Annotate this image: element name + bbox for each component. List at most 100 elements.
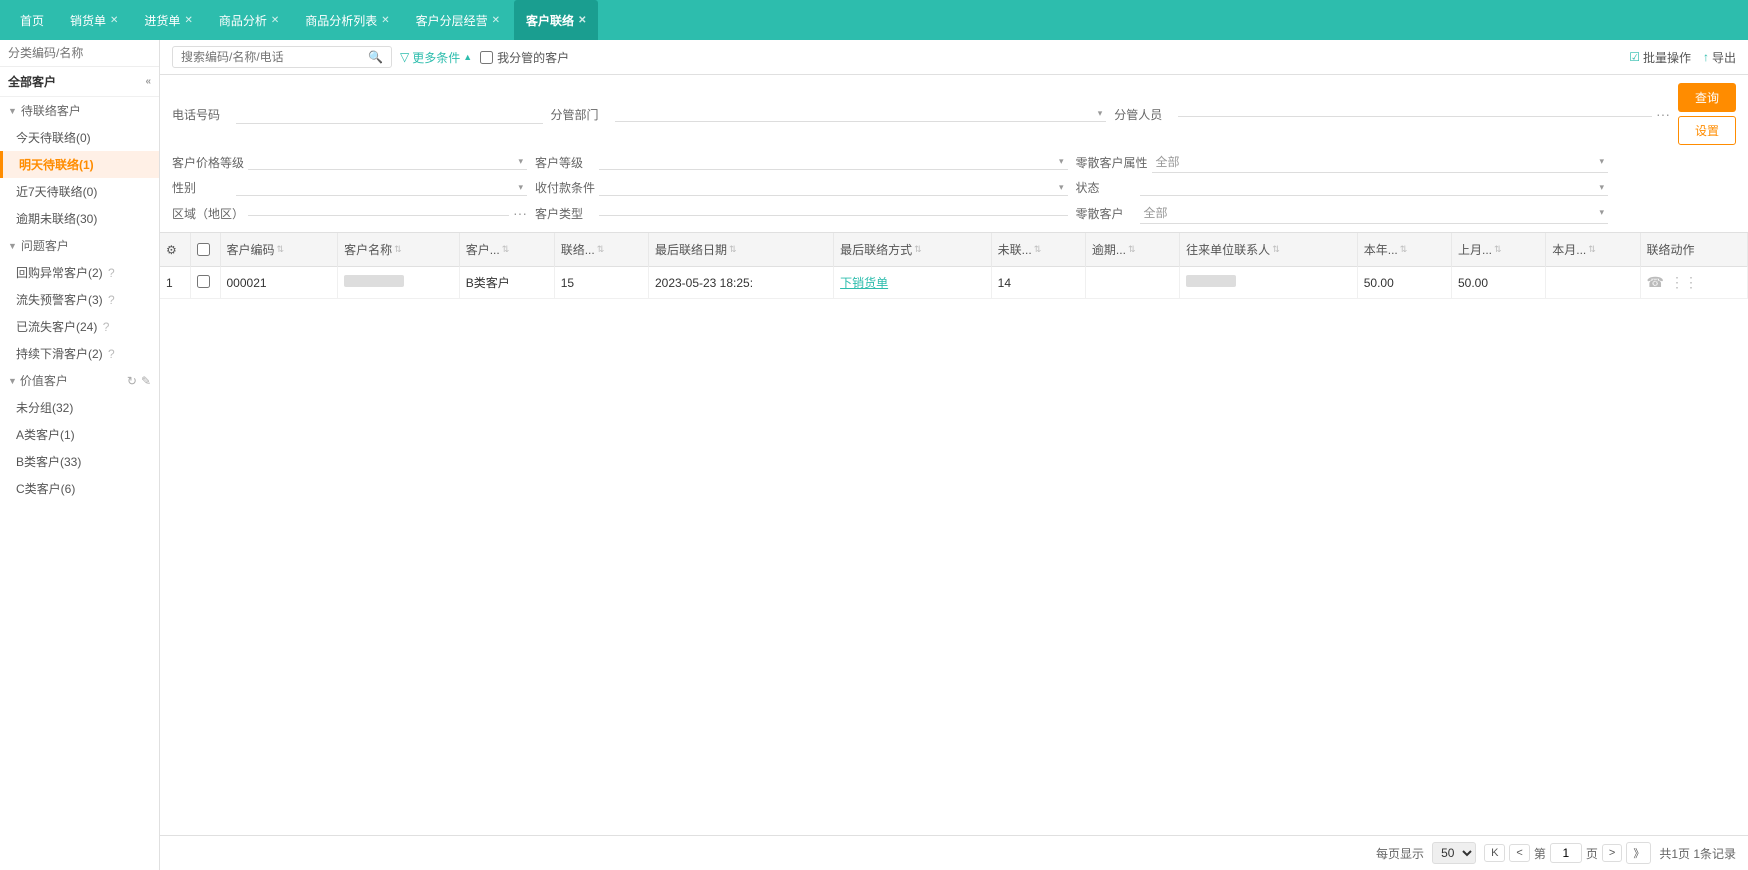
row-index: 1 <box>160 267 190 299</box>
col-this-year[interactable]: 本年... ⇅ <box>1357 233 1451 267</box>
filter-arrow-icon: ▲ <box>463 52 472 62</box>
col-last-method[interactable]: 最后联络方式 ⇅ <box>834 233 992 267</box>
row-this-year: 50.00 <box>1357 267 1451 299</box>
sidebar-search-input[interactable] <box>8 46 160 60</box>
table-header-row: ⚙ 客户编码 ⇅ <box>160 233 1748 267</box>
col-action: 联络动作 <box>1640 233 1748 267</box>
last-page-btn[interactable]: 》 <box>1626 842 1651 864</box>
col-contact-count[interactable]: 联络... ⇅ <box>554 233 648 267</box>
sidebar-item-7days[interactable]: 近7天待联络(0) <box>0 178 159 205</box>
filter-status-select[interactable]: ▾ <box>1140 180 1609 196</box>
filter-payment-select[interactable]: ▾ <box>599 180 1067 196</box>
prev-page-btn[interactable]: < <box>1509 844 1529 862</box>
page-size-select[interactable]: 50 <box>1432 842 1476 864</box>
col-code[interactable]: 客户编码 ⇅ <box>220 233 338 267</box>
sidebar-item-b-class[interactable]: B类客户(33) <box>0 448 159 475</box>
export-btn[interactable]: ↑ 导出 <box>1703 49 1736 66</box>
col-last-date[interactable]: 最后联络日期 ⇅ <box>648 233 833 267</box>
filter-person-input <box>1178 112 1652 117</box>
top-nav: 首页 销货单 ✕ 进货单 ✕ 商品分析 ✕ 商品分析列表 ✕ 客户分层经营 ✕ … <box>0 0 1748 40</box>
col-name[interactable]: 客户名称 ⇅ <box>338 233 460 267</box>
help-icon-2: ? <box>103 320 110 334</box>
action-phone-icon[interactable]: ☎ <box>1647 274 1664 291</box>
row-overdue <box>1085 267 1179 299</box>
nav-sales-order[interactable]: 销货单 ✕ <box>58 0 130 40</box>
my-customers-checkbox-label[interactable]: 我分管的客户 <box>480 49 569 66</box>
setting-icon: ⚙ <box>166 243 177 257</box>
filter-person-more-icon[interactable]: ··· <box>1656 106 1670 122</box>
nav-product-analysis-list[interactable]: 商品分析列表 ✕ <box>293 0 401 40</box>
close-sales-order-icon[interactable]: ✕ <box>110 15 118 26</box>
nav-purchase-order[interactable]: 进货单 ✕ <box>132 0 204 40</box>
col-last-month[interactable]: 上月... ⇅ <box>1452 233 1546 267</box>
nav-customer-segmentation[interactable]: 客户分层经营 ✕ <box>404 0 512 40</box>
filter-retail-attr-select[interactable]: 全部 ▾ <box>1152 151 1608 173</box>
sidebar-item-c-class[interactable]: C类客户(6) <box>0 475 159 502</box>
filter-customer-type: 客户类型 <box>535 205 1068 222</box>
select-all-checkbox[interactable] <box>197 243 210 256</box>
col-unit-contact[interactable]: 往来单位联系人 ⇅ <box>1180 233 1358 267</box>
sidebar-value-group[interactable]: 价值客户 ↻ ✎ <box>0 367 159 394</box>
my-customers-checkbox[interactable] <box>480 51 493 64</box>
batch-op-btn[interactable]: ☑ 批量操作 <box>1629 49 1691 66</box>
row-checkbox[interactable] <box>197 275 210 288</box>
filter-gender-select[interactable]: ▾ <box>236 180 527 196</box>
sidebar-item-declining[interactable]: 持续下滑客户(2) ? <box>0 340 159 367</box>
sort-overdue-icon: ⇅ <box>1128 244 1136 255</box>
search-input[interactable] <box>181 50 364 64</box>
sidebar-item-today[interactable]: 今天待联络(0) <box>0 124 159 151</box>
close-customer-contact-icon[interactable]: ✕ <box>578 15 586 26</box>
filter-phone-input[interactable] <box>236 105 543 124</box>
col-no-contact[interactable]: 未联... ⇅ <box>991 233 1085 267</box>
sidebar-item-ungrouped[interactable]: 未分组(32) <box>0 394 159 421</box>
sort-last-date-icon: ⇅ <box>729 244 737 255</box>
sidebar-pending-group[interactable]: 待联络客户 <box>0 97 159 124</box>
close-purchase-order-icon[interactable]: ✕ <box>184 15 192 26</box>
sidebar-item-overdue[interactable]: 逾期未联络(30) <box>0 205 159 232</box>
filter-dept: 分管部门 ▾ <box>551 106 1107 123</box>
close-customer-seg-icon[interactable]: ✕ <box>492 15 500 26</box>
sidebar-all-customers[interactable]: 全部客户 « <box>0 67 159 97</box>
checkbox-icon: ☑ <box>1629 50 1640 64</box>
filter-retail-customer-select[interactable]: 全部 ▾ <box>1140 202 1609 224</box>
sidebar-item-churn-warning[interactable]: 流失预警客户(3) ? <box>0 286 159 313</box>
filter-region: 区域（地区） ··· <box>172 205 527 222</box>
sidebar-collapse-icon: « <box>145 76 151 87</box>
filter-dept-select[interactable]: ▾ <box>615 106 1107 122</box>
row-last-method[interactable]: 下销货单 <box>834 267 992 299</box>
row-unit-contact <box>1180 267 1358 299</box>
refresh-icon[interactable]: ↻ <box>127 374 137 388</box>
filter-region-more-icon[interactable]: ··· <box>513 205 527 221</box>
row-this-month <box>1546 267 1640 299</box>
col-checkbox[interactable] <box>190 233 220 267</box>
nav-home[interactable]: 首页 <box>8 0 56 40</box>
close-product-analysis-icon[interactable]: ✕ <box>271 15 279 26</box>
filter-customer-level-select[interactable]: ▾ <box>599 154 1068 170</box>
filter-more-btn[interactable]: ▽ 更多条件 ▲ <box>400 49 472 66</box>
first-page-btn[interactable]: K <box>1484 844 1505 862</box>
col-overdue[interactable]: 逾期... ⇅ <box>1085 233 1179 267</box>
sidebar-problem-group[interactable]: 问题客户 <box>0 232 159 259</box>
sidebar-item-tomorrow[interactable]: 明天待联络(1) <box>0 151 159 178</box>
sidebar-item-a-class[interactable]: A类客户(1) <box>0 421 159 448</box>
nav-customer-contact[interactable]: 客户联络 ✕ <box>514 0 598 40</box>
next-page-btn[interactable]: > <box>1602 844 1622 862</box>
filter-customer-type-select[interactable] <box>599 211 1068 216</box>
query-button[interactable]: 查询 <box>1678 83 1736 112</box>
col-this-month[interactable]: 本月... ⇅ <box>1546 233 1640 267</box>
sidebar-item-churned[interactable]: 已流失客户(24) ? <box>0 313 159 340</box>
filter-retail-attr: 零散客户属性 全部 ▾ <box>1076 151 1609 173</box>
edit-icon[interactable]: ✎ <box>141 374 151 388</box>
col-setting[interactable]: ⚙ <box>160 233 190 267</box>
filter-price-level: 客户价格等级 ▾ <box>172 154 527 171</box>
row-checkbox-cell[interactable] <box>190 267 220 299</box>
page-input[interactable] <box>1550 843 1582 863</box>
action-more-icon[interactable]: ⋮⋮ <box>1670 274 1698 291</box>
close-product-analysis-list-icon[interactable]: ✕ <box>381 15 389 26</box>
col-type[interactable]: 客户... ⇅ <box>459 233 554 267</box>
nav-product-analysis[interactable]: 商品分析 ✕ <box>207 0 291 40</box>
setting-button[interactable]: 设置 <box>1678 116 1736 145</box>
sidebar-item-repurchase-abnormal[interactable]: 回购异常客户(2) ? <box>0 259 159 286</box>
search-btn-icon[interactable]: 🔍 <box>368 50 383 64</box>
filter-price-level-select[interactable]: ▾ <box>248 154 527 170</box>
